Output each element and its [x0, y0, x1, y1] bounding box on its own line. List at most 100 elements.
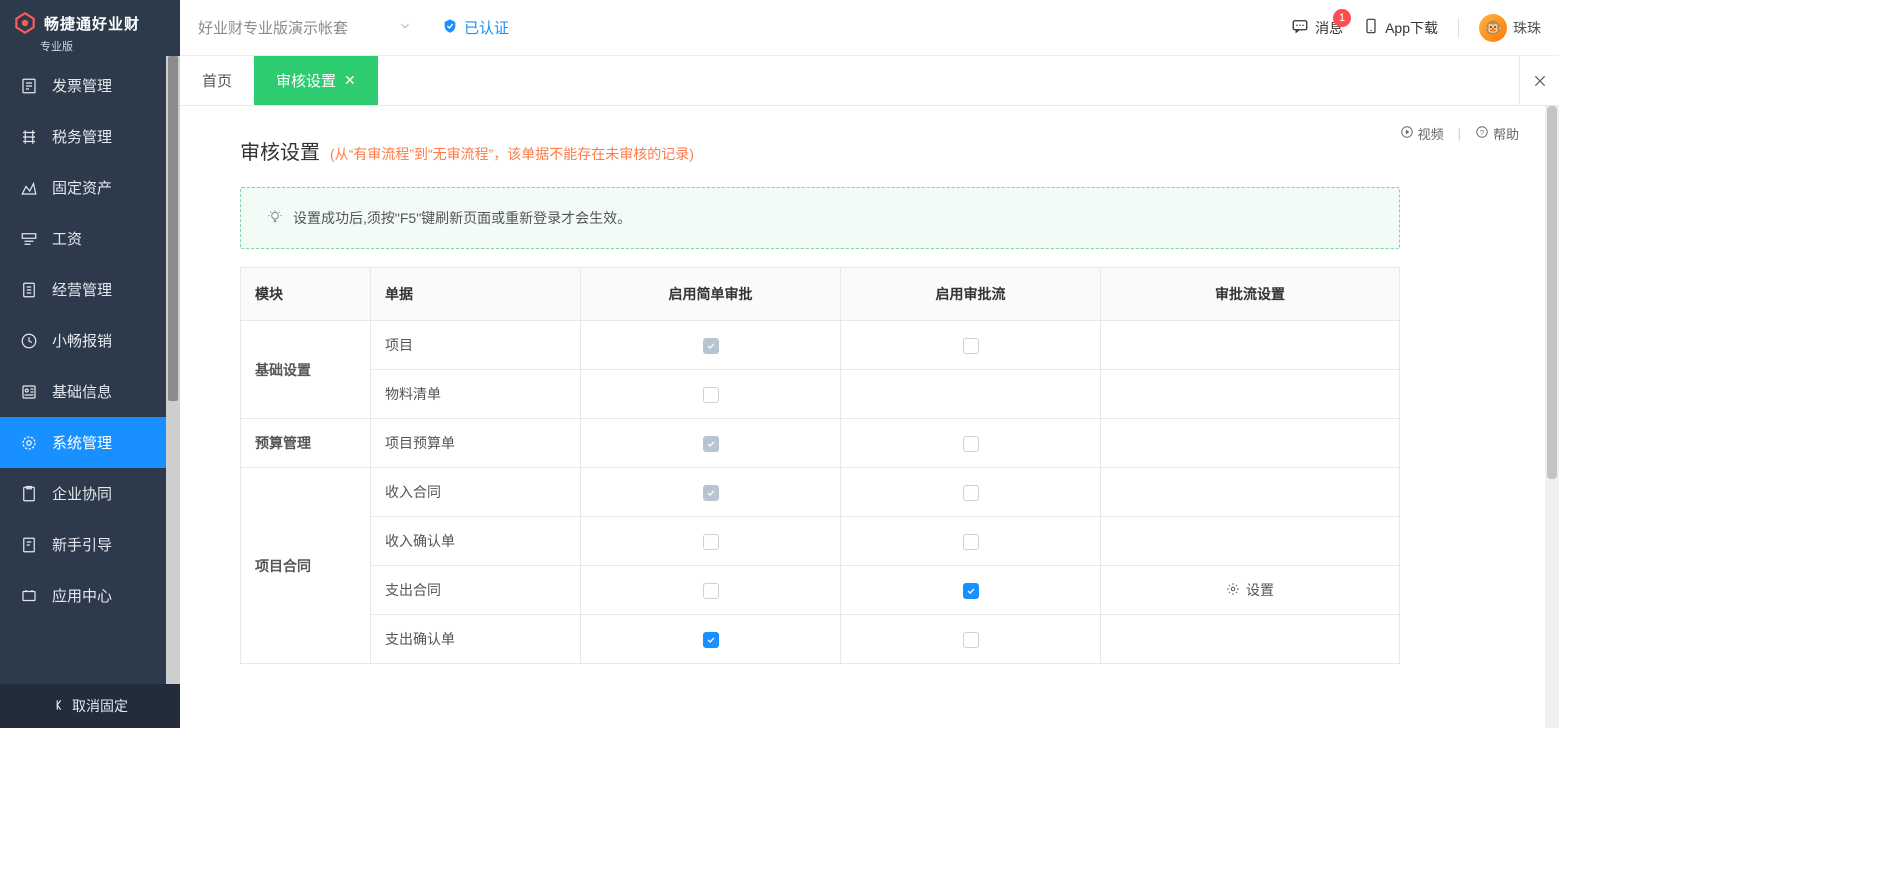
checkbox[interactable]	[703, 583, 719, 599]
account-selector[interactable]: 好业财专业版演示帐套	[198, 17, 422, 38]
checkbox[interactable]	[703, 632, 719, 648]
sidebar-item-label: 固定资产	[52, 177, 112, 198]
unpin-icon	[52, 698, 66, 715]
table-row: 项目合同收入合同	[241, 468, 1400, 517]
phone-icon	[1363, 17, 1379, 38]
message-icon	[1291, 17, 1309, 38]
sidebar-item-business[interactable]: 经营管理	[0, 264, 180, 315]
checkbox[interactable]	[703, 387, 719, 403]
download-label: App下载	[1385, 18, 1438, 38]
checkbox[interactable]	[703, 534, 719, 550]
module-cell: 项目合同	[241, 468, 371, 664]
apps-icon	[20, 587, 38, 605]
verified-badge[interactable]: 已认证	[442, 17, 509, 38]
reimburse-icon	[20, 332, 38, 350]
sidebar-item-label: 税务管理	[52, 126, 112, 147]
simple-cell	[581, 419, 841, 468]
lightbulb-icon	[267, 209, 283, 228]
th-doc: 单据	[371, 268, 581, 321]
business-icon	[20, 281, 38, 299]
toolbar-separator: |	[1458, 126, 1461, 141]
brand-logo[interactable]: 畅捷通好业财	[0, 0, 180, 42]
checkbox[interactable]	[963, 485, 979, 501]
setting-cell	[1101, 321, 1400, 370]
simple-cell	[581, 566, 841, 615]
checkbox[interactable]	[703, 436, 719, 452]
help-link[interactable]: ? 帮助	[1475, 124, 1519, 143]
checkbox[interactable]	[963, 583, 979, 599]
checkbox[interactable]	[963, 632, 979, 648]
salary-icon	[20, 230, 38, 248]
tabs-bar: 首页 审核设置✕	[180, 56, 1559, 106]
table-row: 支出合同 设置	[241, 566, 1400, 615]
sidebar-item-label: 新手引导	[52, 534, 112, 555]
sidebar-item-reimburse[interactable]: 小畅报销	[0, 315, 180, 366]
table-row: 物料清单	[241, 370, 1400, 419]
sidebar-item-invoice[interactable]: 发票管理	[0, 60, 180, 111]
simple-cell	[581, 370, 841, 419]
collab-icon	[20, 485, 38, 503]
approval-table: 模块 单据 启用简单审批 启用审批流 审批流设置 基础设置项目物料清单预算管理项…	[240, 267, 1400, 664]
checkbox[interactable]	[963, 436, 979, 452]
sidebar-item-tax[interactable]: 税务管理	[0, 111, 180, 162]
tab-label: 首页	[202, 70, 232, 91]
table-row: 支出确认单	[241, 615, 1400, 664]
doc-cell: 物料清单	[371, 370, 581, 419]
sidebar-item-label: 应用中心	[52, 585, 112, 606]
video-link[interactable]: 视频	[1400, 124, 1444, 143]
tab-审核设置[interactable]: 审核设置✕	[254, 56, 378, 105]
flow-cell	[841, 615, 1101, 664]
doc-cell: 项目预算单	[371, 419, 581, 468]
brand-edition: 专业版	[0, 38, 180, 54]
flow-setting-link[interactable]: 设置	[1226, 580, 1274, 600]
close-icon[interactable]: ✕	[344, 72, 356, 89]
play-icon	[1400, 125, 1414, 142]
doc-cell: 收入合同	[371, 468, 581, 517]
shield-icon	[442, 18, 458, 38]
setting-cell	[1101, 468, 1400, 517]
asset-icon	[20, 179, 38, 197]
doc-cell: 收入确认单	[371, 517, 581, 566]
svg-text:?: ?	[1480, 128, 1484, 137]
tax-icon	[20, 128, 38, 146]
username: 珠珠	[1513, 18, 1541, 38]
sidebar-item-asset[interactable]: 固定资产	[0, 162, 180, 213]
sidebar-item-label: 发票管理	[52, 75, 112, 96]
content-scrollbar-thumb[interactable]	[1547, 106, 1557, 479]
doc-cell: 支出合同	[371, 566, 581, 615]
flow-cell	[841, 370, 1101, 419]
flow-cell	[841, 566, 1101, 615]
table-row: 收入确认单	[241, 517, 1400, 566]
sidebar-item-baseinfo[interactable]: 基础信息	[0, 366, 180, 417]
sidebar-unpin[interactable]: 取消固定	[0, 684, 180, 728]
setting-cell	[1101, 370, 1400, 419]
sidebar-scrollbar-thumb[interactable]	[168, 56, 178, 401]
content-area: 视频 | ? 帮助 审核设置 (从“有审流程”到“无审流程”，该单据不能存在未审…	[180, 106, 1559, 728]
sidebar-item-system[interactable]: 系统管理	[0, 417, 180, 468]
sidebar-item-label: 经营管理	[52, 279, 112, 300]
content-scrollbar[interactable]	[1545, 106, 1559, 728]
sidebar-item-label: 企业协同	[52, 483, 112, 504]
avatar: 🐵	[1479, 14, 1507, 42]
sidebar-item-collab[interactable]: 企业协同	[0, 468, 180, 519]
checkbox[interactable]	[963, 338, 979, 354]
checkbox[interactable]	[703, 338, 719, 354]
sidebar-item-salary[interactable]: 工资	[0, 213, 180, 264]
checkbox[interactable]	[963, 534, 979, 550]
sidebar-scrollbar[interactable]	[166, 56, 180, 684]
sidebar-item-apps[interactable]: 应用中心	[0, 570, 180, 621]
tab-首页[interactable]: 首页	[180, 56, 254, 105]
checkbox[interactable]	[703, 485, 719, 501]
page-title-note: (从“有审流程”到“无审流程”，该单据不能存在未审核的记录)	[330, 144, 694, 164]
setting-cell: 设置	[1101, 566, 1400, 615]
sidebar-item-label: 工资	[52, 228, 82, 249]
th-setting: 审批流设置	[1101, 268, 1400, 321]
sidebar-item-guide[interactable]: 新手引导	[0, 519, 180, 570]
doc-cell: 项目	[371, 321, 581, 370]
user-menu[interactable]: 🐵 珠珠	[1479, 14, 1541, 42]
flow-cell	[841, 419, 1101, 468]
app-download-button[interactable]: App下载	[1363, 17, 1438, 38]
messages-button[interactable]: 消息 1	[1291, 17, 1343, 38]
close-all-tabs[interactable]	[1519, 56, 1559, 105]
th-flow: 启用审批流	[841, 268, 1101, 321]
